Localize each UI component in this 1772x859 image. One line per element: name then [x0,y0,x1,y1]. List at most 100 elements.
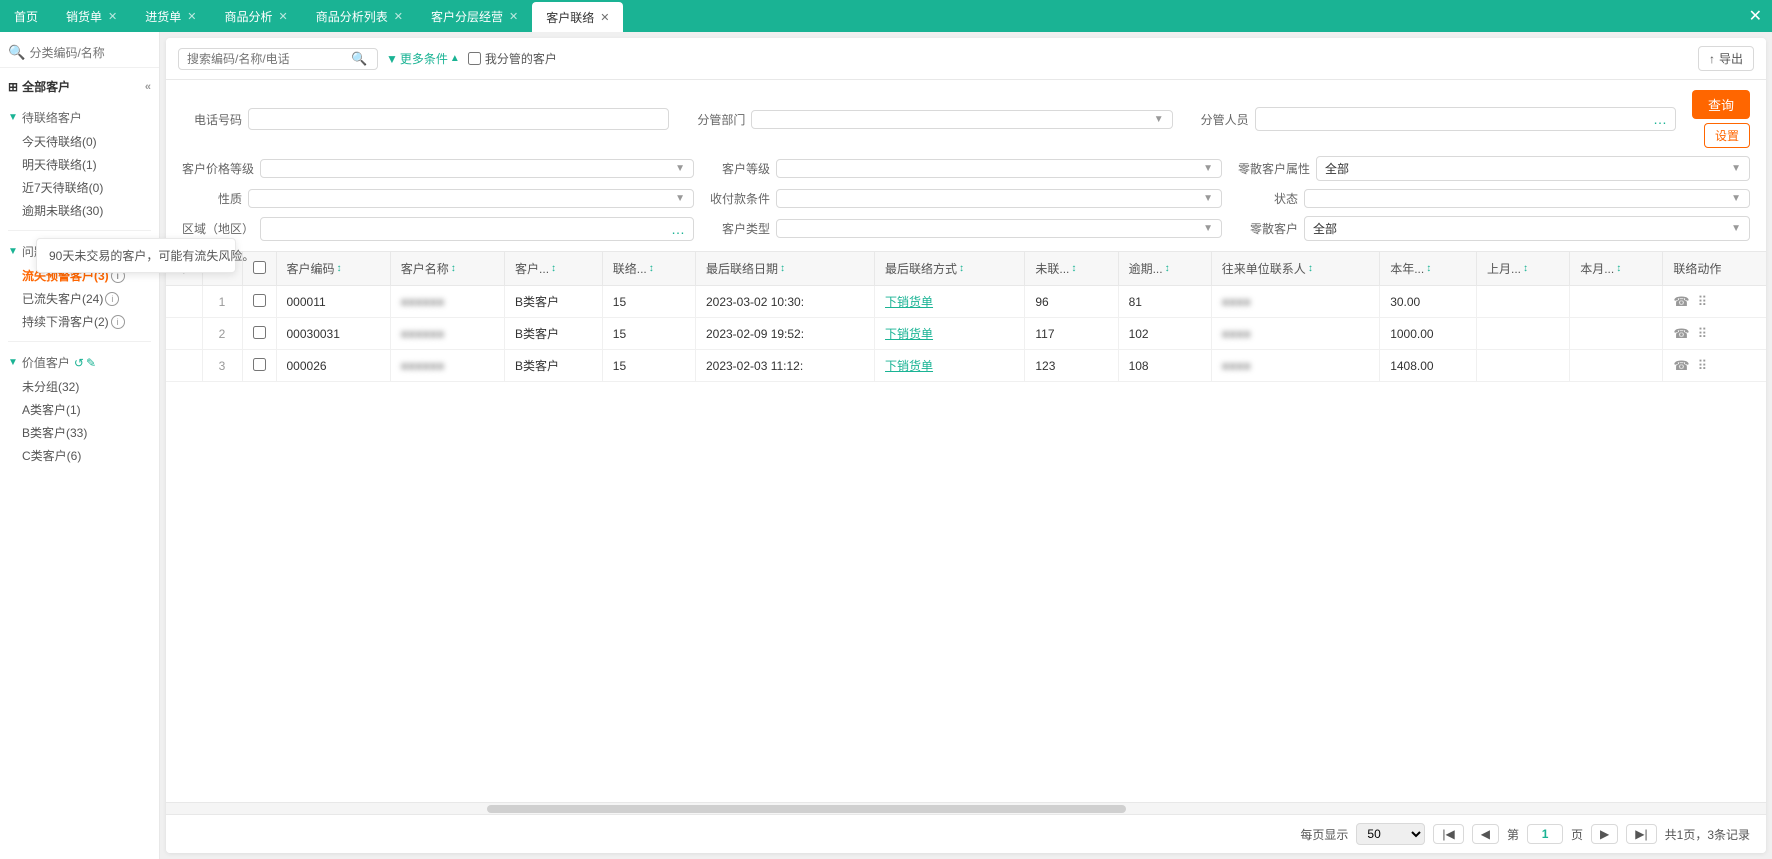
sidebar-item-today[interactable]: 今天待联络(0) [0,130,159,153]
sidebar-item-a-class[interactable]: A类客户(1) [0,398,159,421]
row-last-contact-method-cell[interactable]: 下销货单 [875,286,1025,318]
more-conditions-btn[interactable]: ▼ 更多条件 ▲ [386,50,460,67]
row-checkbox[interactable] [253,358,266,371]
edit-icon[interactable]: ✎ [86,356,96,370]
region-select[interactable]: … [260,217,694,241]
customer-type-select[interactable]: ▼ [776,219,1222,238]
last-contact-date-column-header[interactable]: 最后联络日期 ↕ [695,252,874,286]
more-dots-icon[interactable]: … [1653,111,1667,127]
row-checkbox[interactable] [253,326,266,339]
row-checkbox[interactable] [253,294,266,307]
contact-icon[interactable]: ☎ [1673,294,1689,310]
sidebar-item-tomorrow[interactable]: 明天待联络(1) [0,153,159,176]
first-page-button[interactable]: |◀ [1433,824,1463,844]
settings-button[interactable]: 设置 [1704,123,1750,148]
type-column-header[interactable]: 客户... ↕ [505,252,603,286]
last-month-column-header[interactable]: 上月... ↕ [1476,252,1569,286]
close-icon[interactable]: ✕ [279,10,288,23]
sidebar-item-week[interactable]: 近7天待联络(0) [0,176,159,199]
row-check-cell[interactable] [242,350,276,382]
sidebar-item-unclassified[interactable]: 未分组(32) [0,375,159,398]
close-icon[interactable]: ✕ [509,10,518,23]
refresh-icon[interactable]: ↺ [74,356,84,370]
close-icon[interactable]: ✕ [187,10,196,23]
nature-select[interactable]: ▼ [248,189,694,208]
tab-product-analysis[interactable]: 商品分析 ✕ [210,0,301,32]
sidebar-item-already-churn[interactable]: 已流失客户(24) i [0,287,159,310]
export-button[interactable]: ↑ 导出 [1698,46,1754,71]
overdue-column-header[interactable]: 逾期... ↕ [1118,252,1211,286]
last-page-button[interactable]: ▶| [1626,824,1656,844]
price-level-select[interactable]: ▼ [260,159,694,178]
next-page-button[interactable]: ▶ [1591,824,1618,844]
code-column-header[interactable]: 客户编码 ↕ [276,252,390,286]
sidebar-item-b-class[interactable]: B类客户(33) [0,421,159,444]
page-size-select[interactable]: 50 100 200 [1356,823,1425,845]
sidebar-all-customers[interactable]: ⊞ 全部客户 « [0,72,159,101]
more-actions-icon[interactable]: ⠿ [1698,358,1708,374]
company-contact-column-header[interactable]: 往来单位联系人 ↕ [1211,252,1379,286]
not-contacted-column-header[interactable]: 未联... ↕ [1025,252,1118,286]
more-actions-icon[interactable]: ⠿ [1698,294,1708,310]
window-close-button[interactable]: ✕ [1749,6,1772,26]
page-number-input[interactable] [1527,824,1563,844]
sidebar-group-value-header[interactable]: ▼ 价值客户 ↺ ✎ [0,350,159,375]
search-input[interactable] [187,52,347,66]
name-column-header[interactable]: 客户名称 ↕ [390,252,504,286]
zero-retail-select[interactable]: 全部 ▼ [1304,216,1750,241]
contact-method-link[interactable]: 下销货单 [885,359,933,373]
last-contact-method-column-header[interactable]: 最后联络方式 ↕ [875,252,1025,286]
my-customers-checkbox[interactable] [468,52,481,65]
sidebar-group-pending-header[interactable]: ▼ 待联络客户 [0,105,159,130]
contact-method-link[interactable]: 下销货单 [885,327,933,341]
row-last-contact-method-cell[interactable]: 下销货单 [875,350,1025,382]
close-icon[interactable]: ✕ [108,10,117,23]
sort-icon: ↕ [649,263,654,274]
sidebar-item-downtrend[interactable]: 持续下滑客户(2) i [0,310,159,333]
query-button[interactable]: 查询 [1692,90,1750,119]
tab-product-list[interactable]: 商品分析列表 ✕ [302,0,417,32]
divider [8,230,151,231]
row-this-month-cell [1570,286,1663,318]
payment-select[interactable]: ▼ [776,189,1222,208]
select-all-checkbox[interactable] [253,261,266,274]
more-actions-icon[interactable]: ⠿ [1698,326,1708,342]
tab-customer-segment[interactable]: 客户分层经营 ✕ [417,0,532,32]
prev-page-button[interactable]: ◀ [1472,824,1499,844]
scroll-thumb[interactable] [487,805,1125,813]
tab-purchase[interactable]: 进货单 ✕ [131,0,210,32]
close-icon[interactable]: ✕ [600,11,609,24]
tab-home[interactable]: 首页 [0,0,52,32]
export-icon: ↑ [1709,52,1715,66]
row-check-cell[interactable] [242,286,276,318]
person-select[interactable]: … [1255,107,1676,131]
filter-row-1: 电话号码 分管部门 ▼ 分管人员 … [182,90,1750,148]
contact-icon[interactable]: ☎ [1673,326,1689,342]
close-icon[interactable]: ✕ [394,10,403,23]
info-icon[interactable]: i [111,315,125,329]
contact-column-header[interactable]: 联络... ↕ [602,252,695,286]
collapse-icon[interactable]: « [145,81,151,93]
sidebar-search-input[interactable] [29,46,151,60]
tab-sales[interactable]: 销货单 ✕ [52,0,131,32]
phone-input[interactable] [248,108,669,130]
horizontal-scrollbar[interactable] [166,802,1766,814]
customer-level-select[interactable]: ▼ [776,159,1222,178]
contact-method-link[interactable]: 下销货单 [885,295,933,309]
dept-select[interactable]: ▼ [751,110,1172,129]
filter-customer-type: 客户类型 ▼ [710,219,1222,238]
sidebar-item-overdue[interactable]: 逾期未联络(30) [0,199,159,222]
search-icon[interactable]: 🔍 [351,51,367,67]
row-check-cell[interactable] [242,318,276,350]
info-icon[interactable]: i [105,292,119,306]
more-dots-icon[interactable]: … [671,221,685,237]
contact-icon[interactable]: ☎ [1673,358,1689,374]
zero-retail-attr-select[interactable]: 全部 ▼ [1316,156,1750,181]
row-last-contact-method-cell[interactable]: 下销货单 [875,318,1025,350]
status-select[interactable]: ▼ [1304,189,1750,208]
tab-customer-contact[interactable]: 客户联络 ✕ [532,2,623,32]
this-month-column-header[interactable]: 本月... ↕ [1570,252,1663,286]
my-customers-checkbox-label[interactable]: 我分管的客户 [468,50,557,67]
this-year-column-header[interactable]: 本年... ↕ [1380,252,1477,286]
sidebar-item-c-class[interactable]: C类客户(6) [0,444,159,467]
